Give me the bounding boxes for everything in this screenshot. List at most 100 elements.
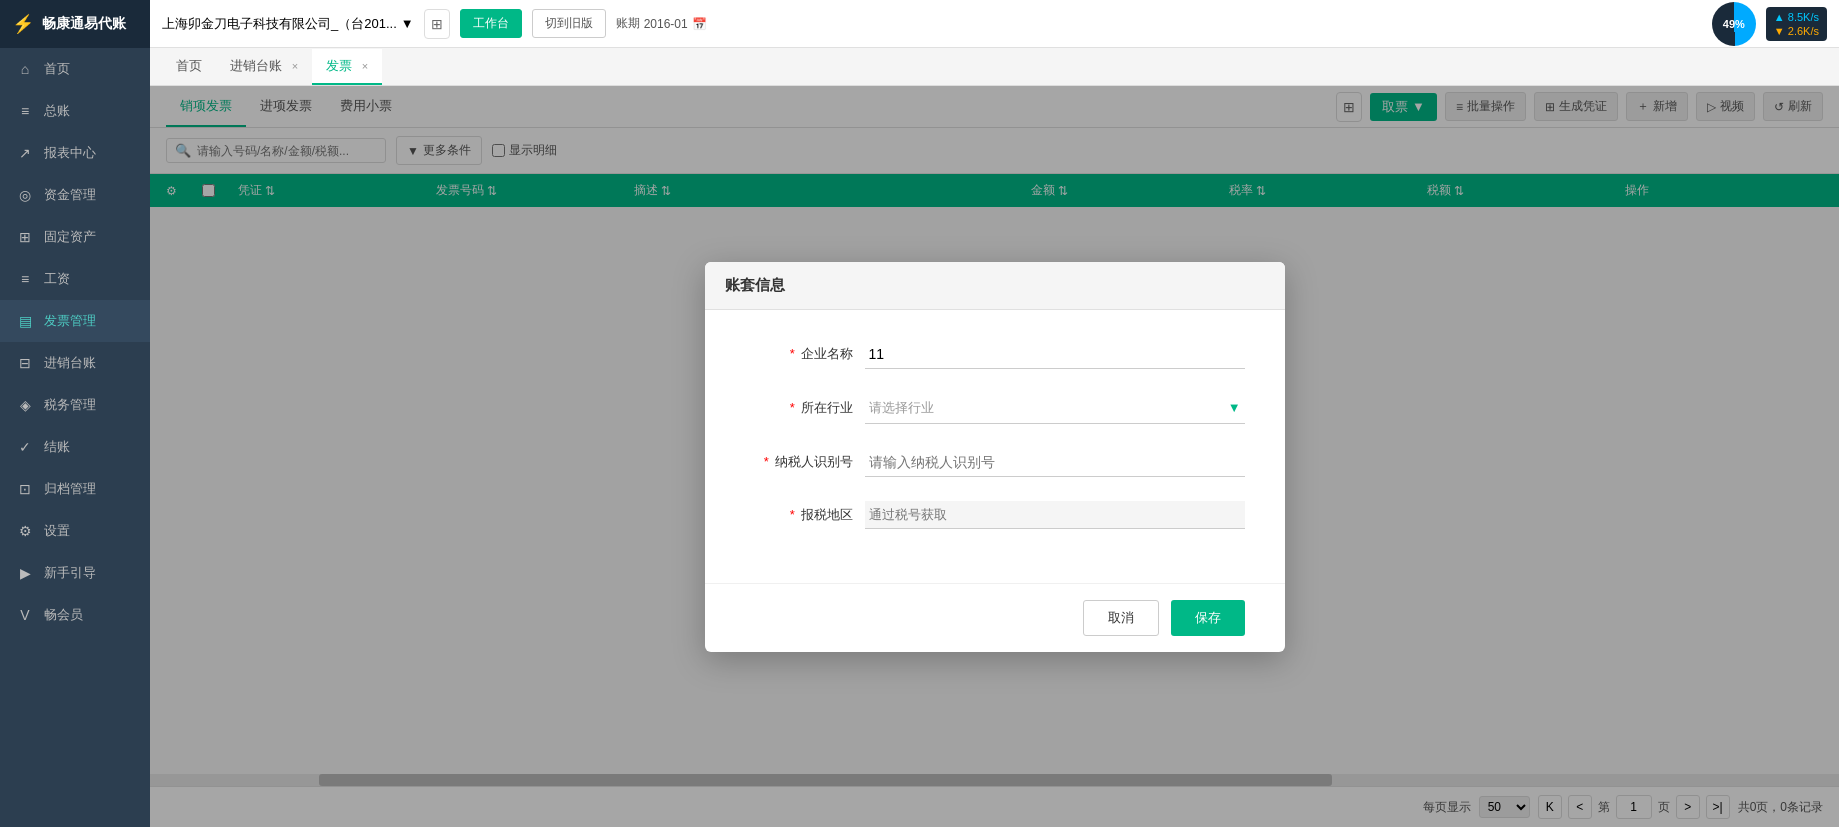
tab-purchase-close[interactable]: × <box>292 60 298 72</box>
content-area: 销项发票 进项发票 费用小票 ⊞ 取票 ▼ ≡ 批量操作 <box>150 86 1839 827</box>
sidebar-label-payroll: 工资 <box>44 270 70 288</box>
sidebar-label-reports: 报表中心 <box>44 144 96 162</box>
company-name: 上海卯金刀电子科技有限公司_（台201... <box>162 15 397 33</box>
sidebar-item-archive[interactable]: ⊡ 归档管理 <box>0 468 150 510</box>
period-label: 账期 <box>616 15 640 32</box>
dialog-title: 账套信息 <box>705 262 1285 310</box>
home-icon: ⌂ <box>16 61 34 77</box>
tab-invoice-close[interactable]: × <box>362 60 368 72</box>
percent-circle: 49% <box>1712 2 1756 46</box>
main-content: 上海卯金刀电子科技有限公司_（台201... ▼ ⊞ 工作台 切到旧版 账期 2… <box>150 0 1839 827</box>
sidebar-item-tax[interactable]: ◈ 税务管理 <box>0 384 150 426</box>
sidebar-label-member: 畅会员 <box>44 606 83 624</box>
form-row-tax-region: * 报税地区 <box>745 501 1245 529</box>
invoice-icon: ▤ <box>16 313 34 329</box>
tax-id-field <box>865 448 1245 477</box>
company-selector[interactable]: 上海卯金刀电子科技有限公司_（台201... ▼ <box>162 15 414 33</box>
sidebar-label-settings: 设置 <box>44 522 70 540</box>
sidebar-item-member[interactable]: V 畅会员 <box>0 594 150 636</box>
sidebar-item-invoice[interactable]: ▤ 发票管理 <box>0 300 150 342</box>
industry-placeholder: 请选择行业 <box>869 399 934 417</box>
tab-invoice-label: 发票 <box>326 58 352 73</box>
sidebar-item-purchase[interactable]: ⊟ 进销台账 <box>0 342 150 384</box>
settlement-icon: ✓ <box>16 439 34 455</box>
sidebar-item-assets[interactable]: ⊞ 固定资产 <box>0 216 150 258</box>
tab-purchase[interactable]: 进销台账 × <box>216 49 312 85</box>
sidebar-label-ledger: 总账 <box>44 102 70 120</box>
account-info-dialog: 账套信息 * 企业名称 <box>705 262 1285 652</box>
sidebar-label-settlement: 结账 <box>44 438 70 456</box>
industry-required: * <box>790 400 795 415</box>
purchase-icon: ⊟ <box>16 355 34 371</box>
calendar-icon[interactable]: 📅 <box>692 17 707 31</box>
form-row-company-name: * 企业名称 <box>745 340 1245 369</box>
tax-icon: ◈ <box>16 397 34 413</box>
sidebar-label-assets: 固定资产 <box>44 228 96 246</box>
company-dropdown-icon: ▼ <box>401 16 414 31</box>
dialog-footer: 取消 保存 <box>705 583 1285 652</box>
tax-region-field <box>865 501 1245 529</box>
tab-invoice[interactable]: 发票 × <box>312 49 382 85</box>
ledger-icon: ≡ <box>16 103 34 119</box>
copy-button[interactable]: ⊞ <box>424 9 450 39</box>
workspace-button[interactable]: 工作台 <box>460 9 522 38</box>
tab-home-label: 首页 <box>176 58 202 73</box>
sidebar-label-tax: 税务管理 <box>44 396 96 414</box>
tax-region-input <box>865 501 1245 529</box>
tax-region-required: * <box>790 507 795 522</box>
member-icon: V <box>16 607 34 623</box>
archive-icon: ⊡ <box>16 481 34 497</box>
logo-text: 畅康通易代账 <box>42 15 126 33</box>
tax-id-required: * <box>764 454 769 469</box>
dialog-body: * 企业名称 * 所在行业 <box>705 310 1285 583</box>
sidebar-item-ledger[interactable]: ≡ 总账 <box>0 90 150 132</box>
assets-icon: ⊞ <box>16 229 34 245</box>
form-row-industry: * 所在行业 请选择行业 ▼ <box>745 393 1245 424</box>
modal-overlay: 账套信息 * 企业名称 <box>150 86 1839 827</box>
tax-id-label: * 纳税人识别号 <box>745 453 865 471</box>
sidebar-label-invoice: 发票管理 <box>44 312 96 330</box>
sidebar-item-payroll[interactable]: ≡ 工资 <box>0 258 150 300</box>
guide-icon: ▶ <box>16 565 34 581</box>
sidebar-label-guide: 新手引导 <box>44 564 96 582</box>
tax-region-label: * 报税地区 <box>745 506 865 524</box>
form-row-tax-id: * 纳税人识别号 <box>745 448 1245 477</box>
sidebar: ⚡ 畅康通易代账 ⌂ 首页 ≡ 总账 ↗ 报表中心 ◎ 资金管理 ⊞ 固定资产 … <box>0 0 150 827</box>
speed-up: ▲ 8.5K/s <box>1774 11 1819 23</box>
sidebar-item-home[interactable]: ⌂ 首页 <box>0 48 150 90</box>
sidebar-item-reports[interactable]: ↗ 报表中心 <box>0 132 150 174</box>
company-name-label: * 企业名称 <box>745 345 865 363</box>
save-button[interactable]: 保存 <box>1171 600 1245 636</box>
tab-home[interactable]: 首页 <box>162 49 216 85</box>
cancel-button[interactable]: 取消 <box>1083 600 1159 636</box>
sidebar-item-settings[interactable]: ⚙ 设置 <box>0 510 150 552</box>
industry-dropdown-icon: ▼ <box>1228 400 1241 415</box>
sidebar-label-funds: 资金管理 <box>44 186 96 204</box>
industry-field: 请选择行业 ▼ <box>865 393 1245 424</box>
company-name-field <box>865 340 1245 369</box>
speed-block: ▲ 8.5K/s ▼ 2.6K/s <box>1766 7 1827 41</box>
speed-widget: 49% ▲ 8.5K/s ▼ 2.6K/s <box>1712 2 1827 46</box>
payroll-icon: ≡ <box>16 271 34 287</box>
tab-purchase-label: 进销台账 <box>230 58 282 73</box>
tab-bar: 首页 进销台账 × 发票 × <box>150 48 1839 86</box>
industry-label: * 所在行业 <box>745 399 865 417</box>
sidebar-item-guide[interactable]: ▶ 新手引导 <box>0 552 150 594</box>
switch-version-button[interactable]: 切到旧版 <box>532 9 606 38</box>
sidebar-item-settlement[interactable]: ✓ 结账 <box>0 426 150 468</box>
sidebar-label-archive: 归档管理 <box>44 480 96 498</box>
funds-icon: ◎ <box>16 187 34 203</box>
industry-select[interactable]: 请选择行业 ▼ <box>865 393 1245 424</box>
sidebar-label-home: 首页 <box>44 60 70 78</box>
percent-value: 49% <box>1723 18 1745 30</box>
settings-icon: ⚙ <box>16 523 34 539</box>
tax-id-input[interactable] <box>865 448 1245 477</box>
sidebar-label-purchase: 进销台账 <box>44 354 96 372</box>
company-name-input[interactable] <box>865 340 1245 369</box>
sidebar-logo: ⚡ 畅康通易代账 <box>0 0 150 48</box>
topbar: 上海卯金刀电子科技有限公司_（台201... ▼ ⊞ 工作台 切到旧版 账期 2… <box>150 0 1839 48</box>
sidebar-item-funds[interactable]: ◎ 资金管理 <box>0 174 150 216</box>
period-info: 账期 2016-01 📅 <box>616 15 707 32</box>
company-name-required: * <box>790 346 795 361</box>
period-value: 2016-01 <box>644 17 688 31</box>
